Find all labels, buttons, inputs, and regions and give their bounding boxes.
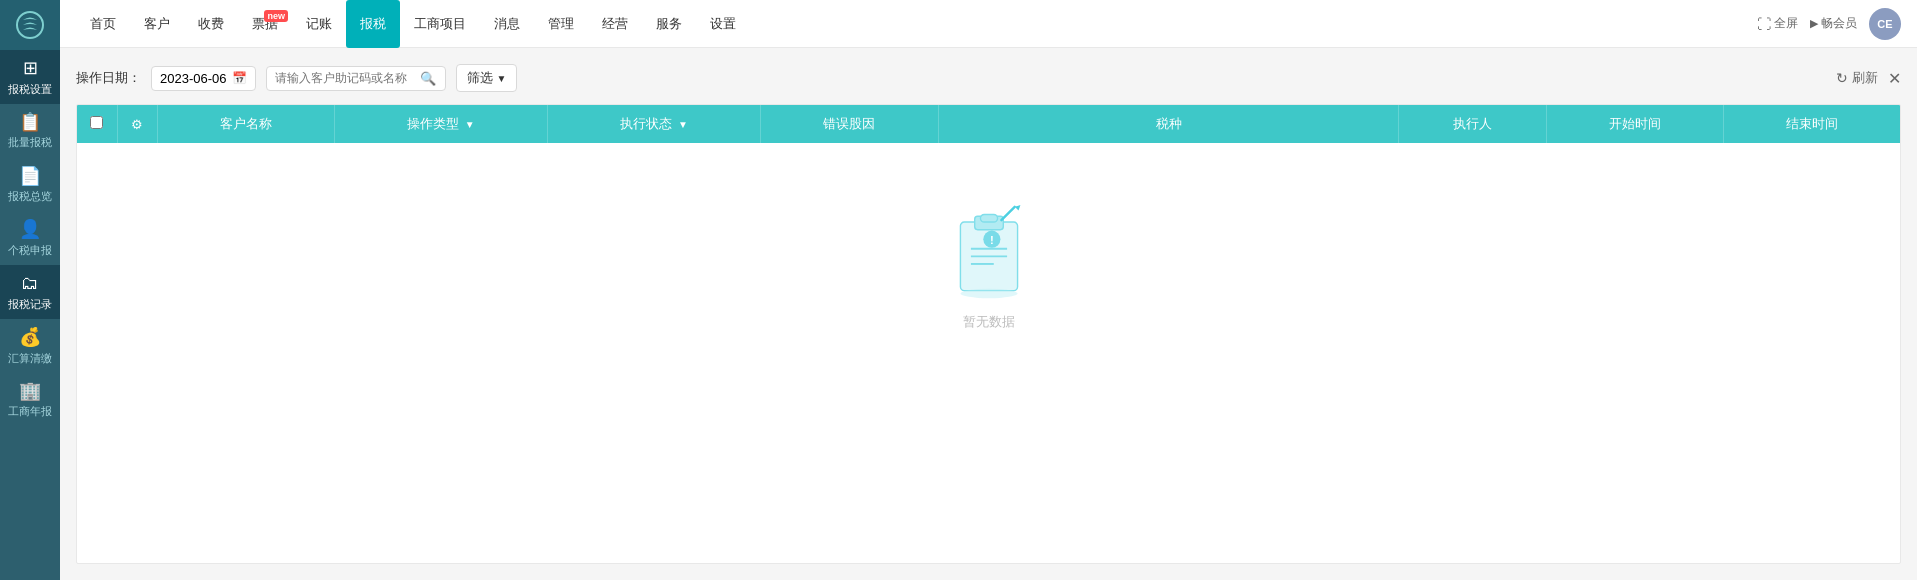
nav-invoice[interactable]: 票据 new [238,0,292,48]
svg-point-0 [17,12,43,38]
sidebar-item-personal-tax[interactable]: 👤 个税申报 [0,211,60,265]
personal-tax-icon: 👤 [19,219,41,241]
fullscreen-icon: ⛶ [1757,16,1771,32]
nav-collection[interactable]: 收费 [184,0,238,48]
tax-settings-icon: ⊞ [23,58,38,80]
refresh-button[interactable]: ↻ 刷新 [1836,69,1878,87]
topnav: 首页 客户 收费 票据 new 记账 报税 工商项目 消息 管理 经营 [60,0,1917,48]
nav-manage[interactable]: 管理 [534,0,588,48]
empty-state-cell: ! 暂无数据 [77,143,1900,391]
nav-tax[interactable]: 报税 [346,0,400,48]
sort-icon-exec-status: ▼ [678,119,688,130]
nav-business[interactable]: 工商项目 [400,0,480,48]
toolbar-right: ↻ 刷新 ✕ [1836,69,1901,88]
th-exec-status[interactable]: 执行状态 ▼ [548,105,761,143]
nav-customer[interactable]: 客户 [130,0,184,48]
calendar-icon: 📅 [232,71,247,85]
table-container: ⚙ 客户名称 操作类型 ▼ 执行状态 ▼ [76,104,1901,564]
member-button[interactable]: ▶ 畅会员 [1810,15,1857,32]
table-header-row: ⚙ 客户名称 操作类型 ▼ 执行状态 ▼ [77,105,1900,143]
filter-button[interactable]: 筛选 ▼ [456,64,518,92]
svg-point-11 [960,289,1017,299]
th-executor: 执行人 [1399,105,1546,143]
th-error-reason: 错误股因 [761,105,938,143]
nav-service[interactable]: 服务 [642,0,696,48]
sidebar-logo[interactable] [0,0,60,50]
nav-message[interactable]: 消息 [480,0,534,48]
avatar[interactable]: CE [1869,8,1901,40]
svg-rect-3 [980,214,997,222]
sidebar-item-batch-tax[interactable]: 📋 批量报税 [0,104,60,158]
sidebar: ⊞ 报税设置 📋 批量报税 📄 报税总览 👤 个税申报 🗂 报税记录 💰 汇算清… [0,0,60,580]
refresh-icon: ↻ [1836,70,1848,86]
nav-operation[interactable]: 经营 [588,0,642,48]
main-area: 首页 客户 收费 票据 new 记账 报税 工商项目 消息 管理 经营 [60,0,1917,580]
nav-accounts[interactable]: 记账 [292,0,346,48]
th-customer: 客户名称 [157,105,334,143]
th-end-time: 结束时间 [1724,105,1900,143]
svg-text:!: ! [989,234,993,246]
sidebar-item-tax-settings[interactable]: ⊞ 报税设置 [0,50,60,104]
th-op-type[interactable]: 操作类型 ▼ [334,105,547,143]
date-label: 操作日期： [76,69,141,87]
svg-line-9 [1001,207,1014,220]
select-all-checkbox[interactable] [90,116,103,129]
empty-state: ! 暂无数据 [77,143,1900,391]
th-start-time: 开始时间 [1546,105,1723,143]
data-table: ⚙ 客户名称 操作类型 ▼ 执行状态 ▼ [77,105,1900,391]
member-icon: ▶ [1810,17,1818,30]
th-checkbox[interactable] [77,105,117,143]
nav-home[interactable]: 首页 [76,0,130,48]
close-button[interactable]: ✕ [1888,69,1901,88]
annual-report-icon: 🏢 [19,381,41,403]
sort-icon-op-type: ▼ [465,119,475,130]
tax-records-icon: 🗂 [21,273,39,295]
sidebar-item-annual-report[interactable]: 🏢 工商年报 [0,373,60,427]
gear-icon: ⚙ [131,117,143,132]
empty-state-row: ! 暂无数据 [77,143,1900,391]
content-area: 操作日期： 2023-06-06 📅 🔍 筛选 ▼ ↻ 刷新 ✕ [60,48,1917,580]
toolbar: 操作日期： 2023-06-06 📅 🔍 筛选 ▼ ↻ 刷新 ✕ [76,64,1901,92]
search-input[interactable] [275,71,415,85]
th-tax-type: 税种 [938,105,1399,143]
empty-text: 暂无数据 [963,313,1015,331]
date-picker[interactable]: 2023-06-06 📅 [151,66,256,91]
tax-summary-icon: 📄 [19,166,41,188]
invoice-badge: new [264,10,288,22]
sidebar-item-tax-summary[interactable]: 📄 报税总览 [0,158,60,212]
batch-tax-icon: 📋 [19,112,41,134]
nav-settings[interactable]: 设置 [696,0,750,48]
table-body: ! 暂无数据 [77,143,1900,391]
sidebar-item-settle[interactable]: 💰 汇算清缴 [0,319,60,373]
th-gear[interactable]: ⚙ [117,105,157,143]
sidebar-item-tax-records[interactable]: 🗂 报税记录 [0,265,60,319]
fullscreen-button[interactable]: ⛶ 全屏 [1757,15,1798,32]
settle-icon: 💰 [19,327,41,349]
search-icon: 🔍 [420,71,436,86]
search-box[interactable]: 🔍 [266,66,446,91]
chevron-down-icon: ▼ [497,73,507,84]
svg-marker-10 [1014,205,1020,211]
topnav-right: ⛶ 全屏 ▶ 畅会员 CE [1757,8,1901,40]
empty-illustration: ! [944,203,1034,303]
